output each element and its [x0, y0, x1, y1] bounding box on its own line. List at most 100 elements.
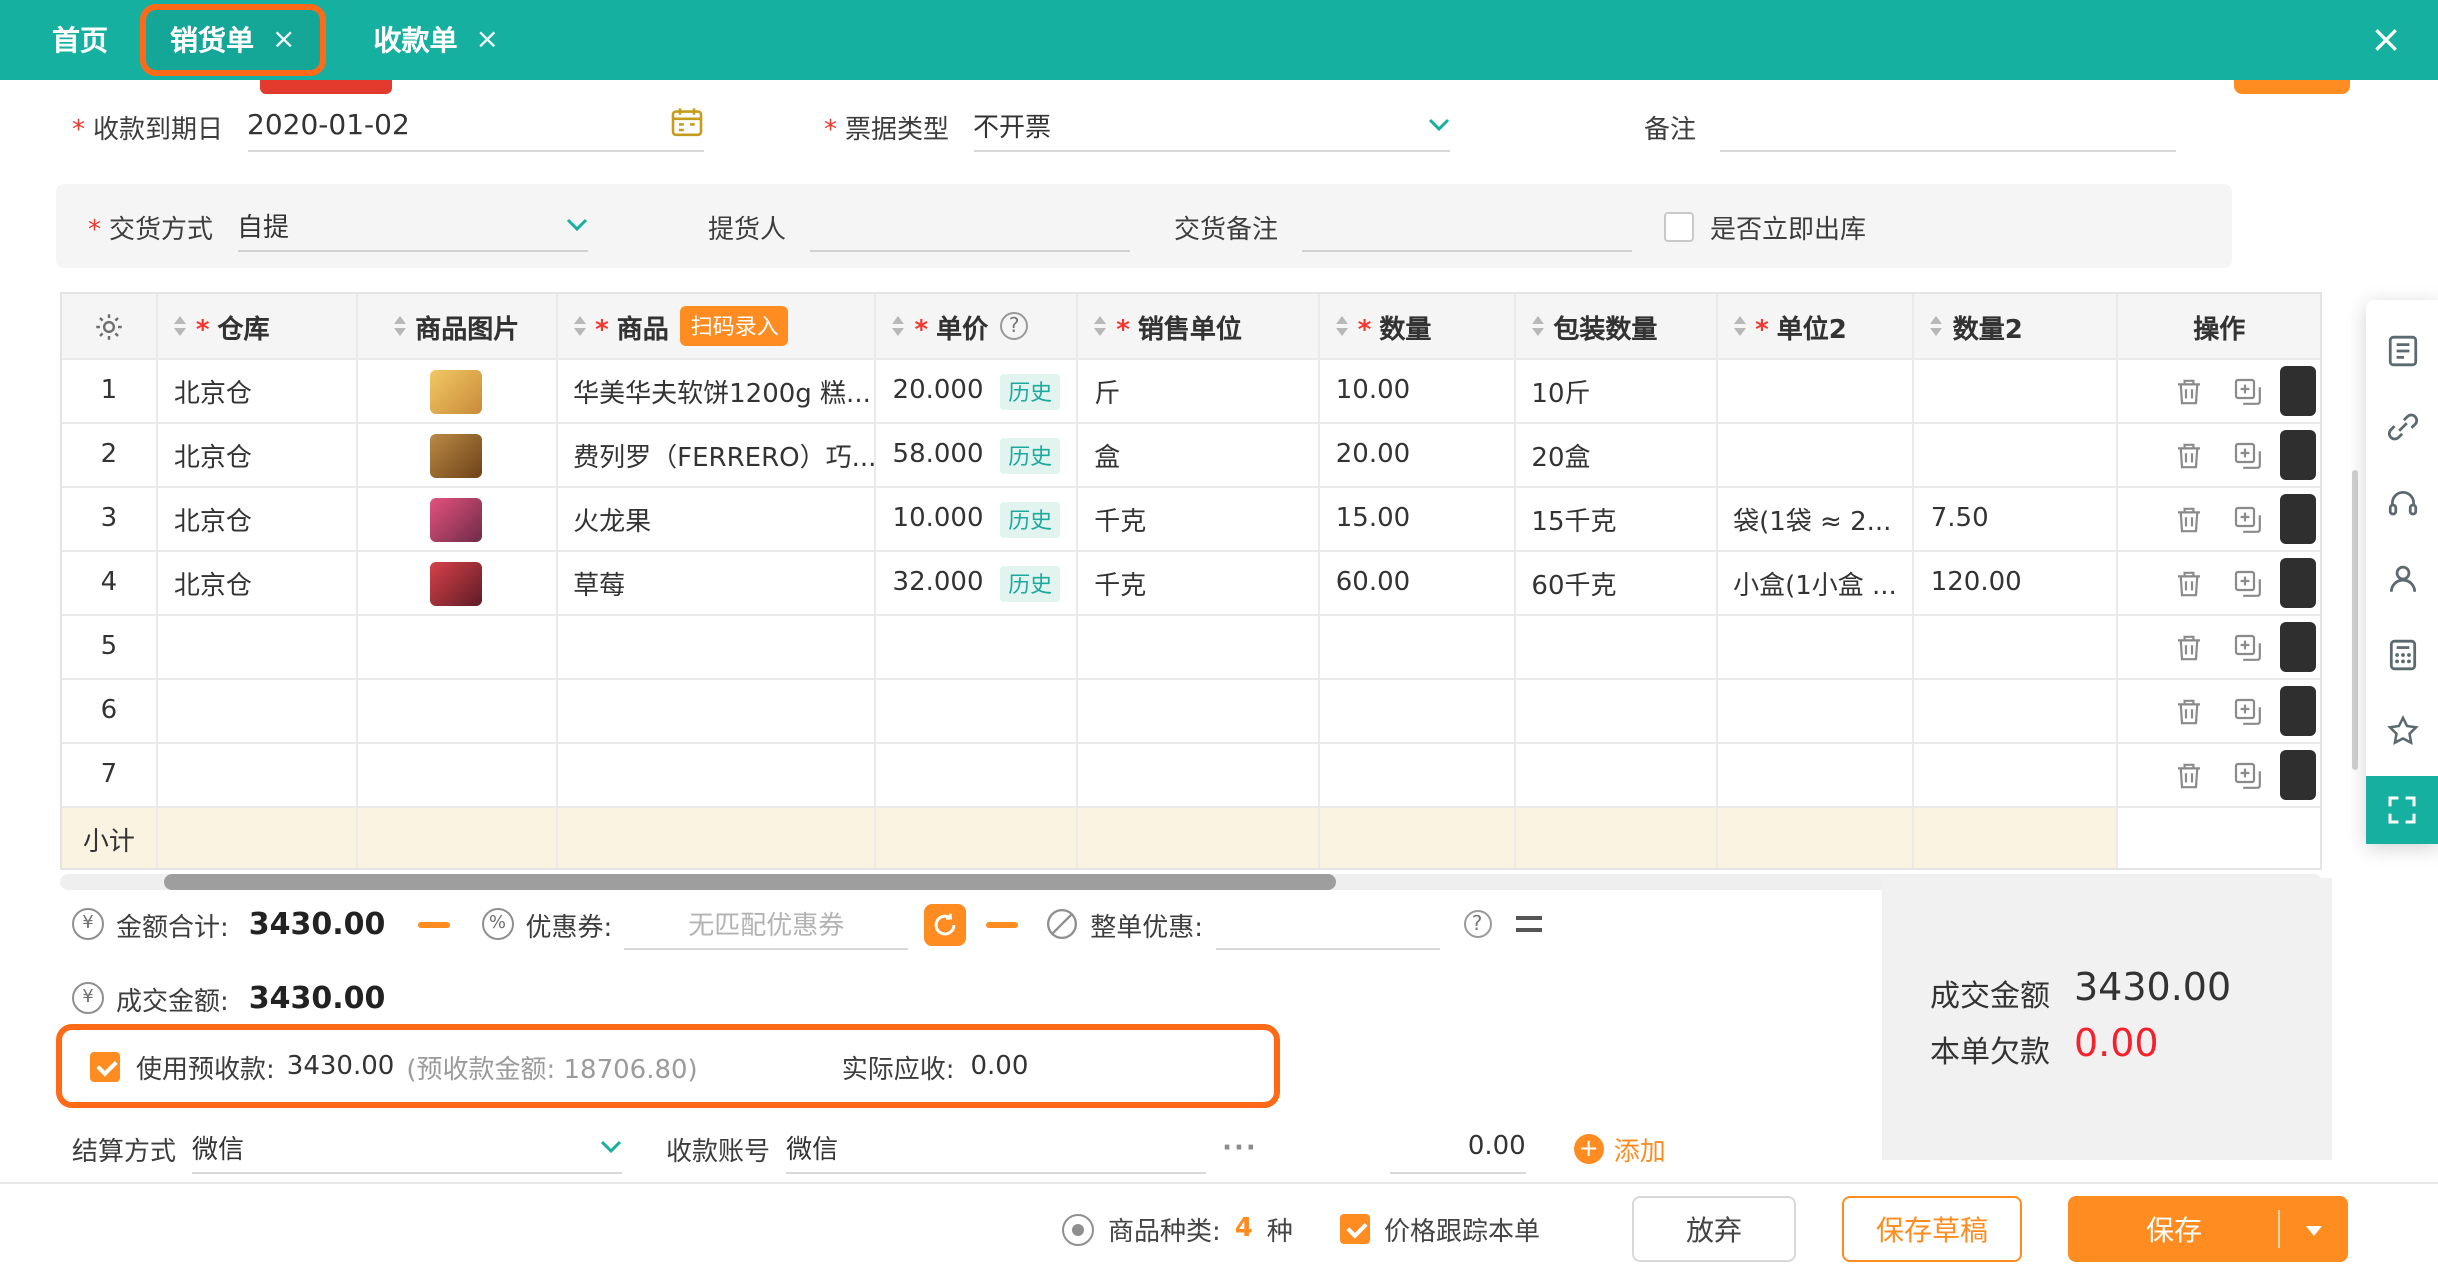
cell-sales-unit[interactable]: 千克	[1078, 552, 1320, 614]
row-scrollbar-segment[interactable]	[2280, 750, 2317, 800]
user-icon[interactable]	[2366, 540, 2438, 616]
cell-unit2[interactable]	[1717, 680, 1915, 742]
copy-row-icon[interactable]	[2234, 761, 2262, 789]
immediate-outbound-checkbox[interactable]	[1664, 211, 1694, 241]
row-scrollbar-segment[interactable]	[2280, 430, 2317, 480]
tab-receipt-order[interactable]: 收款单 ×	[373, 20, 498, 60]
sort-icon[interactable]	[1930, 316, 1943, 336]
add-account-link[interactable]: 添加	[1614, 1129, 1666, 1167]
chevron-down-icon[interactable]	[565, 210, 587, 240]
horizontal-scrollbar[interactable]	[164, 874, 1336, 890]
use-prepay-checkbox[interactable]	[90, 1051, 120, 1081]
price-track-checkbox[interactable]	[1340, 1214, 1370, 1244]
cell-product-image[interactable]	[357, 488, 558, 550]
cell-quantity[interactable]: 10.00	[1320, 360, 1516, 422]
save-dropdown-caret[interactable]	[2306, 1225, 2322, 1235]
cell-warehouse[interactable]	[158, 744, 358, 806]
cell-sales-unit[interactable]	[1078, 680, 1320, 742]
cell-unit-price[interactable]	[877, 680, 1079, 742]
history-price-badge[interactable]: 历史	[1000, 373, 1061, 409]
delete-row-icon[interactable]	[2176, 441, 2202, 469]
picker-input[interactable]	[810, 200, 1131, 252]
column-header[interactable]: 商品图片	[357, 294, 558, 358]
cell-product-image[interactable]	[357, 360, 558, 422]
cell-package-quantity[interactable]: 10斤	[1515, 360, 1718, 422]
cell-warehouse[interactable]: 北京仓	[158, 424, 358, 486]
cell-package-quantity[interactable]	[1515, 680, 1718, 742]
cell-sales-unit[interactable]: 千克	[1078, 488, 1320, 550]
headset-icon[interactable]	[2366, 464, 2438, 540]
history-price-badge[interactable]: 历史	[1000, 565, 1061, 601]
sort-icon[interactable]	[1335, 316, 1348, 336]
column-header[interactable]: 单价?	[877, 294, 1079, 358]
cell-unit-price[interactable]: 32.000 历史	[877, 552, 1079, 614]
row-scrollbar-segment[interactable]	[2280, 366, 2317, 416]
cell-package-quantity[interactable]	[1515, 616, 1718, 678]
cell-package-quantity[interactable]: 15千克	[1515, 488, 1718, 550]
row-scrollbar-segment[interactable]	[2280, 494, 2317, 544]
sort-icon[interactable]	[1733, 316, 1746, 336]
cell-product-image[interactable]	[357, 424, 558, 486]
delete-row-icon[interactable]	[2176, 633, 2202, 661]
history-price-badge[interactable]: 历史	[1000, 437, 1061, 473]
tab-home[interactable]: 首页	[52, 20, 108, 60]
cell-unit-price[interactable]: 58.000 历史	[877, 424, 1079, 486]
copy-row-icon[interactable]	[2234, 569, 2262, 597]
sort-icon[interactable]	[573, 316, 586, 336]
cell-sales-unit[interactable]	[1078, 616, 1320, 678]
column-header[interactable]: 数量2	[1915, 294, 2119, 358]
chevron-down-icon[interactable]	[1427, 110, 1449, 140]
cell-warehouse[interactable]	[158, 680, 358, 742]
cell-product-image[interactable]	[357, 616, 558, 678]
cell-unit2[interactable]	[1717, 360, 1915, 422]
cell-product-image[interactable]	[357, 680, 558, 742]
menu-bars-icon[interactable]	[1515, 909, 1541, 940]
document-icon[interactable]	[2366, 312, 2438, 388]
row-scrollbar-segment[interactable]	[2280, 558, 2317, 608]
cell-quantity2[interactable]	[1915, 424, 2119, 486]
save-draft-button[interactable]: 保存草稿	[1842, 1196, 2022, 1262]
delete-row-icon[interactable]	[2176, 697, 2202, 725]
cell-warehouse[interactable]: 北京仓	[158, 488, 358, 550]
cell-quantity[interactable]	[1320, 616, 1516, 678]
help-icon[interactable]: ?	[1463, 910, 1491, 938]
cell-product[interactable]: 草莓	[557, 552, 877, 614]
sort-icon[interactable]	[393, 316, 406, 336]
tab-sales-order[interactable]: 销货单 ×	[140, 4, 326, 76]
cell-product[interactable]	[557, 680, 877, 742]
delivery-method-select[interactable]: 自提	[237, 200, 588, 252]
cell-sales-unit[interactable]: 盒	[1078, 424, 1320, 486]
star-icon[interactable]	[2366, 692, 2438, 768]
table-settings-icon[interactable]	[62, 294, 158, 358]
history-price-badge[interactable]: 历史	[1000, 501, 1061, 537]
cell-quantity[interactable]: 20.00	[1320, 424, 1516, 486]
delete-row-icon[interactable]	[2176, 377, 2202, 405]
cell-quantity2[interactable]	[1915, 360, 2119, 422]
cell-product[interactable]	[557, 744, 877, 806]
copy-row-icon[interactable]	[2234, 697, 2262, 725]
cell-quantity2[interactable]	[1915, 616, 2119, 678]
cell-product[interactable]: 费列罗（FERRERO）巧...	[557, 424, 877, 486]
cell-quantity2[interactable]: 7.50	[1915, 488, 2119, 550]
column-header[interactable]: 单位2	[1717, 294, 1915, 358]
bill-type-select[interactable]: 不开票	[973, 100, 1450, 152]
cell-product[interactable]: 华美华夫软饼1200g 糕...	[557, 360, 877, 422]
refresh-coupon-button[interactable]	[924, 903, 967, 945]
sort-icon[interactable]	[1531, 316, 1544, 336]
tab-close-icon[interactable]: ×	[272, 24, 295, 56]
cell-unit-price[interactable]	[877, 616, 1079, 678]
copy-row-icon[interactable]	[2234, 377, 2262, 405]
remark-input[interactable]	[1720, 100, 2177, 152]
cell-sales-unit[interactable]: 斤	[1078, 360, 1320, 422]
cell-package-quantity[interactable]: 20盒	[1515, 424, 1718, 486]
sort-icon[interactable]	[892, 316, 905, 336]
line-amount-input[interactable]: 0.00	[1389, 1122, 1526, 1174]
cell-product-image[interactable]	[357, 552, 558, 614]
cell-quantity2[interactable]	[1915, 744, 2119, 806]
cell-unit2[interactable]	[1717, 424, 1915, 486]
delete-row-icon[interactable]	[2176, 505, 2202, 533]
calendar-icon[interactable]	[669, 105, 703, 145]
fullscreen-icon[interactable]	[2366, 776, 2438, 844]
cell-quantity[interactable]	[1320, 744, 1516, 806]
copy-row-icon[interactable]	[2234, 505, 2262, 533]
